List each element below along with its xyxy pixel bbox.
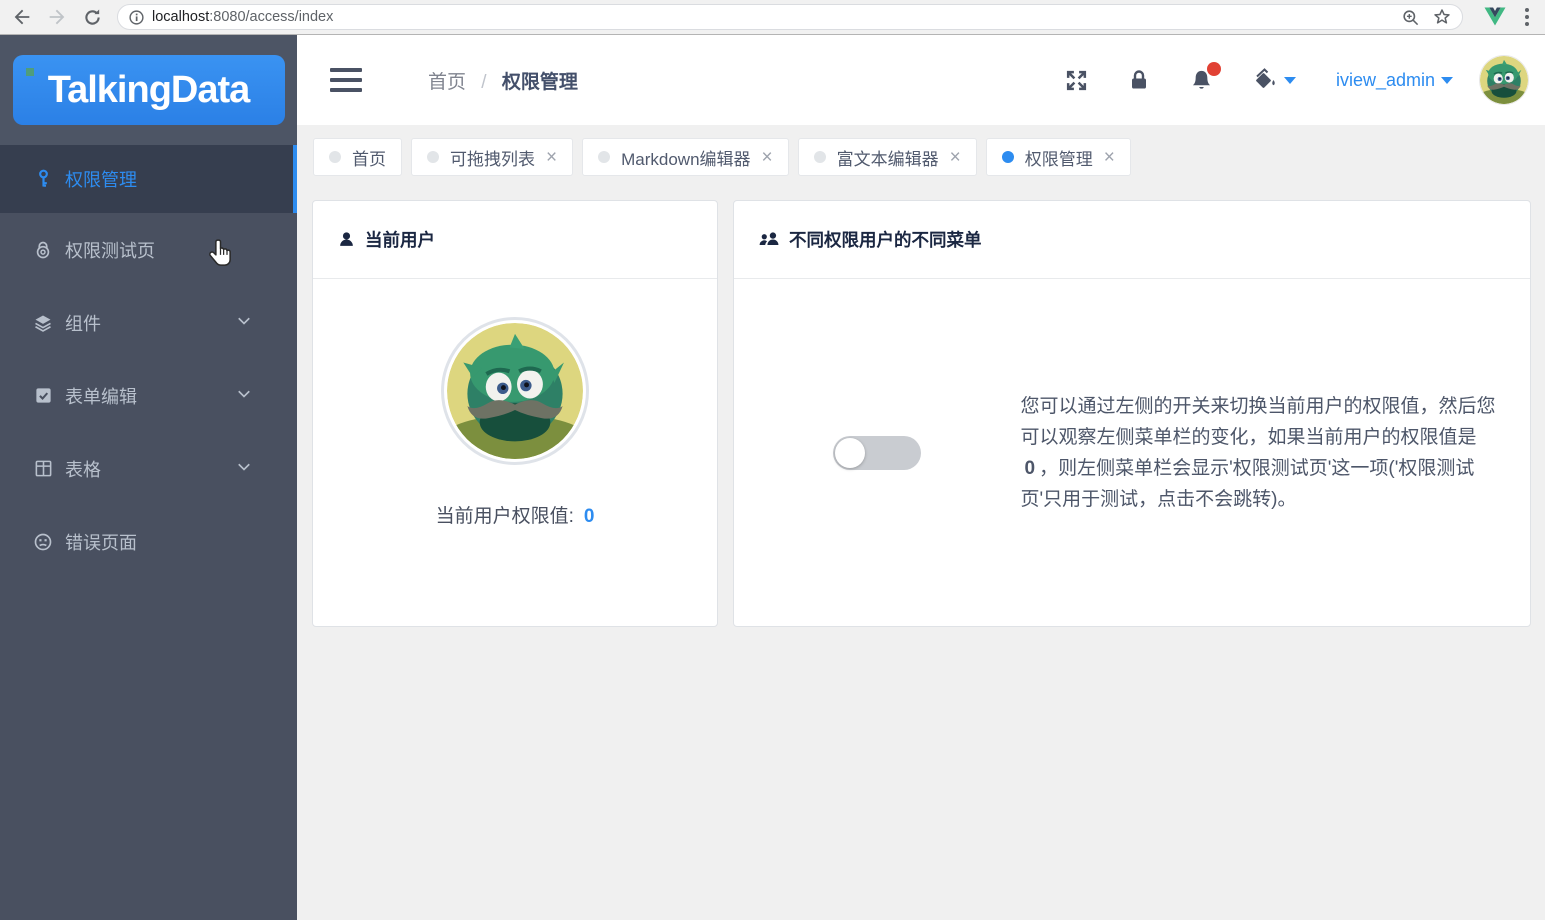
url-text: localhost:8080/access/index (152, 9, 334, 25)
current-user-card: 当前用户 当前用户权限值: 0 (312, 200, 718, 627)
avatar[interactable] (1479, 55, 1529, 105)
close-icon[interactable]: × (1104, 148, 1115, 167)
browser-menu-icon[interactable] (1517, 4, 1537, 30)
lock-icon[interactable] (1127, 68, 1151, 92)
tab-markdown-editor[interactable]: Markdown编辑器 × (582, 138, 789, 176)
demo-paragraph: 您可以通过左侧的开关来切换当前用户的权限值，然后您可以观察左侧菜单栏的变化，如果… (1020, 396, 1496, 510)
tab-label: 可拖拽列表 (450, 149, 535, 169)
layers-icon (33, 313, 53, 333)
person-icon (337, 230, 356, 249)
browser-chrome: localhost:8080/access/index (0, 0, 1545, 35)
close-icon[interactable]: × (762, 148, 773, 167)
table-icon (33, 459, 53, 479)
vue-devtools-icon[interactable] (1483, 6, 1507, 28)
tab-dot (427, 151, 439, 163)
card-title: 当前用户 (365, 230, 435, 250)
tab-dot (1001, 151, 1014, 163)
username-label: iview_admin (1335, 69, 1435, 90)
chevron-down-icon (235, 311, 253, 334)
sidebar: TalkingData 权限管理 权限测试页 组件 表单编辑 表格 错误页面 (0, 35, 297, 920)
sidebar-item-label: 权限测试页 (65, 240, 155, 261)
tab-dot (813, 151, 826, 163)
fullscreen-icon[interactable] (1064, 68, 1089, 93)
people-icon (758, 230, 780, 249)
browser-reload-button[interactable] (80, 5, 104, 29)
content-area: 当前用户 当前用户权限值: 0 不同权限用户的不同菜单 您可以通过左侧的开关来切… (297, 190, 1545, 920)
sidebar-item-access-admin[interactable]: 权限管理 (0, 145, 297, 213)
card-title: 不同权限用户的不同菜单 (789, 230, 982, 250)
breadcrumb: 首页 / 权限管理 (428, 67, 578, 94)
tab-bar: 首页 可拖拽列表 × Markdown编辑器 × 富文本编辑器 × 权限管理 × (297, 125, 1545, 190)
sidebar-item-form-edit[interactable]: 表单编辑 (0, 359, 297, 432)
card-header: 当前用户 (313, 201, 717, 279)
tab-dot (329, 151, 341, 163)
browser-back-button[interactable] (10, 5, 34, 29)
sidebar-item-tables[interactable]: 表格 (0, 432, 297, 505)
tab-access-admin[interactable]: 权限管理 × (985, 138, 1131, 176)
tab-home[interactable]: 首页 (313, 138, 402, 176)
sidebar-item-label: 表单编辑 (65, 386, 137, 407)
top-header: 首页 / 权限管理 iview_admin (297, 35, 1545, 125)
hamburger-menu-icon[interactable] (330, 68, 362, 92)
tab-label: Markdown编辑器 (621, 149, 751, 169)
sad-face-icon (33, 532, 53, 552)
sidebar-item-label: 表格 (65, 459, 101, 480)
tab-label: 富文本编辑器 (836, 149, 939, 169)
sidebar-item-access-test[interactable]: 权限测试页 (0, 213, 297, 286)
tab-draggable-list[interactable]: 可拖拽列表 × (411, 138, 574, 176)
sidebar-item-error-pages[interactable]: 错误页面 (0, 505, 297, 578)
logo-green-dot (25, 68, 34, 76)
round-lock-icon (33, 240, 53, 260)
talkingdata-logo[interactable]: TalkingData (12, 55, 285, 125)
address-bar[interactable]: localhost:8080/access/index (117, 4, 1463, 30)
tab-label: 首页 (352, 149, 386, 169)
access-value: 0 (583, 506, 595, 527)
user-menu[interactable]: iview_admin (1336, 70, 1453, 91)
close-icon[interactable]: × (950, 148, 961, 167)
access-value-row: 当前用户权限值: 0 (313, 501, 717, 528)
tab-dot (598, 151, 611, 163)
tab-richtext-editor[interactable]: 富文本编辑器 × (797, 138, 977, 176)
sidebar-item-label: 权限管理 (65, 170, 137, 190)
menu-demo-card: 不同权限用户的不同菜单 您可以通过左侧的开关来切换当前用户的权限值，然后您可以观… (733, 200, 1531, 627)
notification-bell-icon[interactable] (1189, 61, 1221, 93)
sidebar-item-label: 错误页面 (65, 532, 137, 553)
card-header: 不同权限用户的不同菜单 (734, 201, 1530, 279)
switch-knob (835, 438, 866, 468)
chevron-down-icon (1441, 76, 1453, 84)
zoom-in-icon[interactable] (1401, 8, 1420, 27)
access-toggle-switch[interactable] (833, 436, 922, 470)
demo-paragraph-bold-value: 0 (1024, 458, 1036, 479)
chevron-down-icon (235, 457, 253, 480)
access-value-label: 当前用户权限值: (435, 506, 574, 527)
browser-forward-button[interactable] (45, 5, 69, 29)
breadcrumb-home[interactable]: 首页 (428, 72, 466, 93)
chevron-down-icon (235, 384, 253, 407)
breadcrumb-separator: / (481, 71, 487, 93)
key-icon (33, 169, 53, 189)
breadcrumb-current: 权限管理 (501, 71, 578, 93)
sidebar-item-label: 组件 (65, 313, 101, 334)
logo-area: TalkingData (0, 35, 297, 145)
tab-label: 权限管理 (1024, 149, 1093, 169)
chevron-down-icon (1283, 76, 1296, 84)
avatar (441, 317, 589, 465)
theme-bucket-icon[interactable] (1252, 68, 1296, 92)
sidebar-menu: 权限管理 权限测试页 组件 表单编辑 表格 错误页面 (0, 145, 297, 920)
sidebar-item-components[interactable]: 组件 (0, 286, 297, 359)
bookmark-star-icon[interactable] (1432, 7, 1452, 27)
checkbox-icon (33, 386, 53, 406)
info-icon[interactable] (128, 9, 145, 26)
notification-badge (1206, 61, 1221, 76)
close-icon[interactable]: × (546, 148, 557, 167)
